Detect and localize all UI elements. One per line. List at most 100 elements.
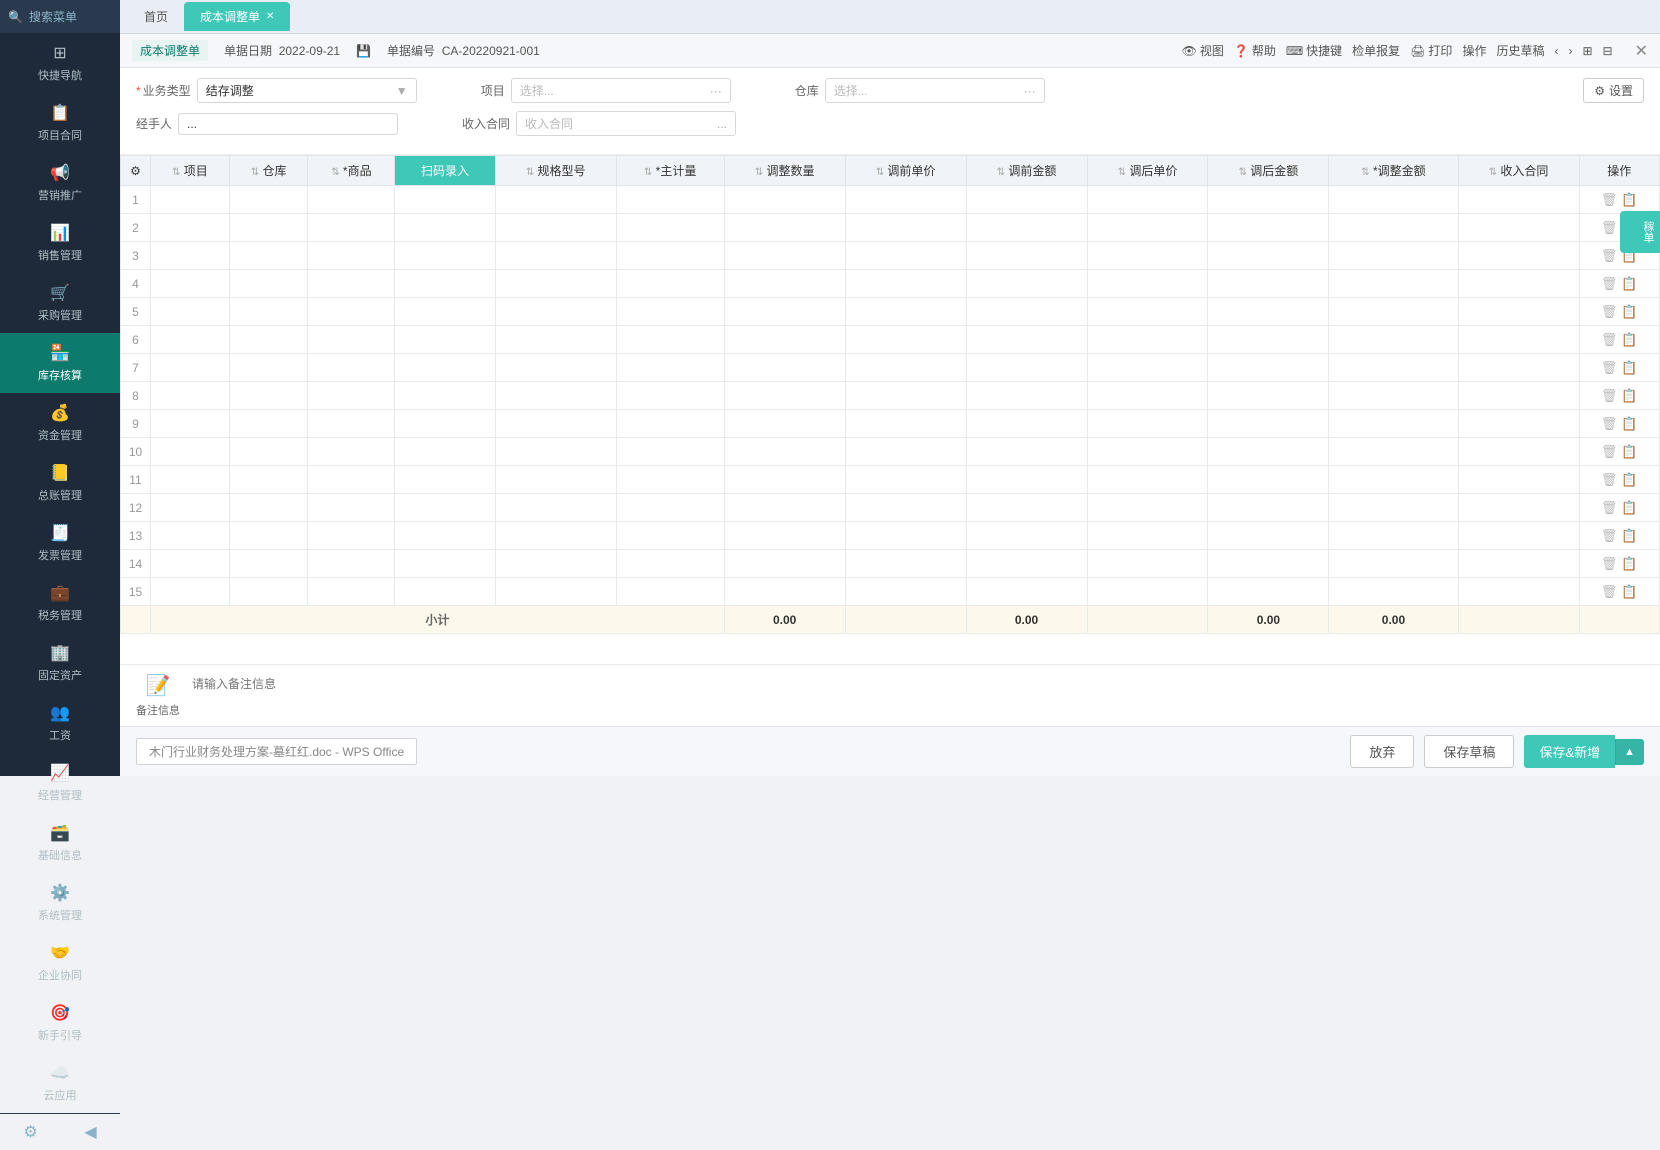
table-cell[interactable] xyxy=(308,578,395,606)
edge-tab-1[interactable]: 稼单 xyxy=(1620,211,1660,253)
window-close-btn[interactable]: ✕ xyxy=(1635,41,1648,61)
table-cell[interactable] xyxy=(966,494,1087,522)
table-cell[interactable] xyxy=(1329,186,1458,214)
table-cell[interactable] xyxy=(1087,494,1208,522)
table-cell[interactable] xyxy=(1329,354,1458,382)
table-cell[interactable] xyxy=(308,186,395,214)
sidebar-item-ops-mgmt[interactable]: 📈 经营管理 xyxy=(0,753,120,813)
table-cell[interactable] xyxy=(395,326,495,354)
copy-icon[interactable]: 📋 xyxy=(1621,500,1637,516)
delete-icon[interactable]: 🗑 xyxy=(1601,248,1618,264)
table-cell[interactable] xyxy=(1458,270,1579,298)
table-cell[interactable] xyxy=(966,270,1087,298)
table-cell[interactable] xyxy=(495,550,616,578)
table-cell[interactable] xyxy=(229,494,308,522)
table-cell[interactable] xyxy=(395,382,495,410)
table-cell[interactable] xyxy=(151,410,230,438)
table-cell[interactable] xyxy=(1087,410,1208,438)
table-cell[interactable] xyxy=(1087,354,1208,382)
table-cell[interactable] xyxy=(395,550,495,578)
table-cell[interactable] xyxy=(845,522,966,550)
table-cell[interactable] xyxy=(845,578,966,606)
table-cell[interactable] xyxy=(395,242,495,270)
collapse-icon[interactable]: ◀ xyxy=(84,1122,96,1142)
table-cell[interactable] xyxy=(1458,186,1579,214)
table-cell[interactable] xyxy=(495,522,616,550)
table-cell[interactable] xyxy=(724,410,845,438)
table-cell[interactable] xyxy=(845,410,966,438)
sidebar-item-fixed-assets[interactable]: 🏢 固定资产 xyxy=(0,633,120,693)
table-cell[interactable] xyxy=(616,382,724,410)
table-cell[interactable] xyxy=(966,214,1087,242)
sidebar-item-cloud-app[interactable]: ☁️ 云应用 xyxy=(0,1053,120,1113)
delete-icon[interactable]: 🗑 xyxy=(1601,584,1618,600)
sidebar-item-newbie[interactable]: 🎯 新手引导 xyxy=(0,993,120,1053)
delete-icon[interactable]: 🗑 xyxy=(1601,276,1618,292)
table-cell[interactable] xyxy=(1458,438,1579,466)
table-cell[interactable] xyxy=(724,298,845,326)
table-cell[interactable] xyxy=(495,410,616,438)
table-cell[interactable] xyxy=(229,298,308,326)
table-cell[interactable] xyxy=(308,522,395,550)
col-before-price[interactable]: ⇅ 调前单价 xyxy=(845,156,966,186)
table-cell[interactable] xyxy=(616,578,724,606)
table-cell[interactable] xyxy=(1208,270,1329,298)
tab-home[interactable]: 首页 xyxy=(128,2,184,31)
table-cell[interactable] xyxy=(1458,298,1579,326)
table-cell[interactable] xyxy=(724,578,845,606)
table-cell[interactable] xyxy=(151,466,230,494)
warehouse-dots[interactable]: ··· xyxy=(1024,84,1036,98)
table-cell[interactable] xyxy=(1458,354,1579,382)
sidebar-item-biz-coop[interactable]: 🤝 企业协同 xyxy=(0,933,120,993)
table-cell[interactable] xyxy=(724,354,845,382)
print-btn[interactable]: 🖨 打印 xyxy=(1410,42,1452,59)
delete-icon[interactable]: 🗑 xyxy=(1601,528,1618,544)
table-cell[interactable] xyxy=(724,550,845,578)
copy-icon[interactable]: 📋 xyxy=(1621,528,1637,544)
project-input[interactable]: 选择... ··· xyxy=(511,78,731,103)
table-cell[interactable] xyxy=(724,214,845,242)
table-cell[interactable] xyxy=(966,522,1087,550)
table-cell[interactable] xyxy=(308,354,395,382)
table-cell[interactable] xyxy=(966,186,1087,214)
table-cell[interactable] xyxy=(1208,438,1329,466)
table-cell[interactable] xyxy=(845,550,966,578)
table-cell[interactable] xyxy=(308,270,395,298)
expand-icon[interactable]: ⊞ xyxy=(1582,44,1592,58)
table-cell[interactable] xyxy=(1329,466,1458,494)
delete-icon[interactable]: 🗑 xyxy=(1601,388,1618,404)
table-cell[interactable] xyxy=(495,494,616,522)
table-cell[interactable] xyxy=(1329,382,1458,410)
nav-next-btn[interactable]: › xyxy=(1568,44,1572,58)
table-cell[interactable] xyxy=(616,466,724,494)
sidebar-item-sales-mgmt[interactable]: 📊 销售管理 xyxy=(0,213,120,273)
collapse-icon[interactable]: ⊟ xyxy=(1603,44,1613,58)
table-cell[interactable] xyxy=(1208,298,1329,326)
copy-icon[interactable]: 📋 xyxy=(1621,556,1637,572)
table-cell[interactable] xyxy=(1329,550,1458,578)
copy-icon[interactable]: 📋 xyxy=(1621,584,1637,600)
table-cell[interactable] xyxy=(1458,410,1579,438)
table-cell[interactable] xyxy=(966,578,1087,606)
col-scan[interactable]: 扫码录入 xyxy=(395,156,495,186)
table-cell[interactable] xyxy=(495,438,616,466)
table-cell[interactable] xyxy=(845,186,966,214)
table-cell[interactable] xyxy=(151,578,230,606)
sidebar-item-ledger-mgmt[interactable]: 📒 总账管理 xyxy=(0,453,120,513)
table-cell[interactable] xyxy=(966,326,1087,354)
table-cell[interactable] xyxy=(1087,242,1208,270)
table-cell[interactable] xyxy=(724,186,845,214)
table-cell[interactable] xyxy=(724,466,845,494)
sidebar-item-inventory-calc[interactable]: 🏪 库存核算 xyxy=(0,333,120,393)
table-cell[interactable] xyxy=(845,242,966,270)
delete-icon[interactable]: 🗑 xyxy=(1601,360,1618,376)
table-cell[interactable] xyxy=(845,270,966,298)
table-cell[interactable] xyxy=(1208,326,1329,354)
table-cell[interactable] xyxy=(966,550,1087,578)
col-income-contract[interactable]: ⇅ 收入合同 xyxy=(1458,156,1579,186)
warehouse-input[interactable]: 选择... ··· xyxy=(825,78,1045,103)
copy-icon[interactable]: 📋 xyxy=(1621,332,1637,348)
copy-icon[interactable]: 📋 xyxy=(1621,444,1637,460)
col-product[interactable]: ⇅ *商品 xyxy=(308,156,395,186)
table-cell[interactable] xyxy=(229,522,308,550)
